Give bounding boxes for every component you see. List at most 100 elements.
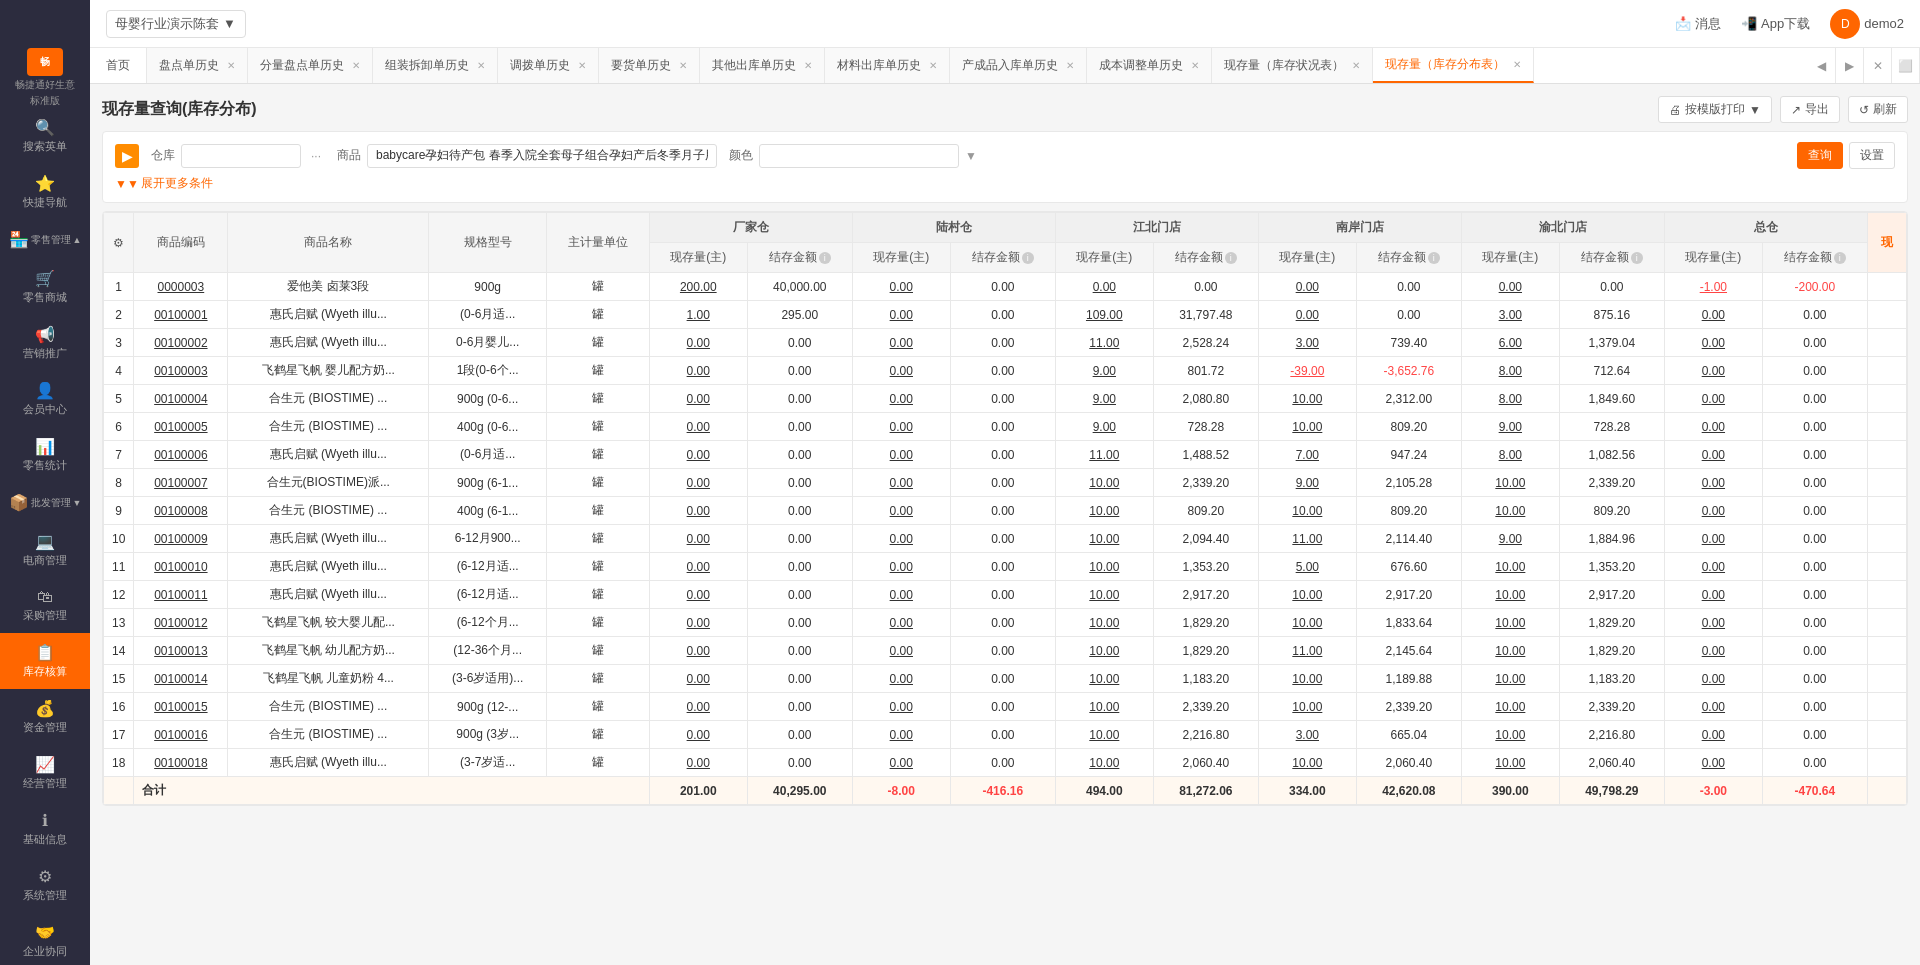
table-row: 2 00100001 惠氏启赋 (Wyeth illu... (0-6月适...…	[104, 301, 1907, 329]
sidebar-item-wholesale[interactable]: 📦 批发管理 ▼	[0, 483, 90, 522]
close-icon[interactable]: ✕	[1352, 60, 1360, 71]
sidebar-item-label: 搜索英单	[23, 139, 67, 154]
info-icon: ℹ	[42, 811, 48, 830]
expand-icon: ▼▼	[115, 177, 139, 191]
tab-close-btn[interactable]: ✕	[1864, 48, 1892, 83]
th-yubei: 渝北门店	[1462, 213, 1665, 243]
tab-next-btn[interactable]: ▶	[1836, 48, 1864, 83]
goods-input[interactable]	[367, 144, 717, 168]
sidebar-item-member[interactable]: 👤 会员中心	[0, 371, 90, 427]
settings-btn[interactable]: 设置	[1849, 142, 1895, 169]
th-c1-amt: 结存金额i	[747, 243, 853, 273]
sidebar-item-mall[interactable]: 🛒 零售商城	[0, 259, 90, 315]
org-dropdown[interactable]: 母婴行业演示陈套 ▼	[106, 10, 246, 38]
warehouse-input[interactable]	[181, 144, 301, 168]
sum-total-amt: -470.64	[1762, 777, 1868, 805]
main-content: 现存量查询(库存分布) 🖨 按模版打印 ▼ ↗ 导出 ↺ 刷新 ▶ 仓库 ·	[90, 84, 1920, 965]
expand-label: 展开更多条件	[141, 175, 213, 192]
data-table-wrap: ⚙ 商品编码 商品名称 规格型号 主计量单位 厂家仓 陆村仓 江北门店 南岸门店…	[102, 211, 1908, 806]
tab-prev-btn[interactable]: ◀	[1808, 48, 1836, 83]
color-dropdown-icon: ▼	[965, 149, 977, 163]
sidebar-item-basic-info[interactable]: ℹ 基础信息	[0, 801, 90, 857]
sum-c2-qty: -8.00	[853, 777, 951, 805]
sidebar-item-retail-mgmt[interactable]: 🏪 零售管理 ▲	[0, 220, 90, 259]
th-settings[interactable]: ⚙	[104, 213, 134, 273]
tab-production-in[interactable]: 产成品入库单历史 ✕	[950, 48, 1087, 83]
sidebar-item-inventory[interactable]: 📋 库存核算	[0, 633, 90, 689]
close-icon[interactable]: ✕	[679, 60, 687, 71]
info-icon[interactable]: i	[1631, 252, 1643, 264]
tab-cost-adjust[interactable]: 成本调整单历史 ✕	[1087, 48, 1212, 83]
logo-sub: 标准版	[30, 94, 60, 108]
print-btn[interactable]: 🖨 按模版打印 ▼	[1658, 96, 1772, 123]
sidebar-item-ops[interactable]: 📈 经营管理	[0, 745, 90, 801]
warehouse-dots[interactable]: ···	[307, 149, 325, 163]
refresh-btn[interactable]: ↺ 刷新	[1848, 96, 1908, 123]
info-icon[interactable]: i	[1834, 252, 1846, 264]
close-icon[interactable]: ✕	[578, 60, 586, 71]
tab-material-out[interactable]: 材料出库单历史 ✕	[825, 48, 950, 83]
settings-label: 设置	[1860, 147, 1884, 164]
sidebar-item-finance[interactable]: 💰 资金管理	[0, 689, 90, 745]
message-btn[interactable]: 📩 消息	[1675, 15, 1721, 33]
download-icon: 📲	[1741, 16, 1757, 31]
close-icon[interactable]: ✕	[227, 60, 235, 71]
close-icon[interactable]: ✕	[477, 60, 485, 71]
sidebar-item-label: 库存核算	[23, 664, 67, 679]
tab-expand-btn[interactable]: ⬜	[1892, 48, 1920, 83]
th-c4-amt: 结存金额i	[1356, 243, 1462, 273]
th-total: 总仓	[1665, 213, 1868, 243]
megaphone-icon: 📢	[35, 325, 55, 344]
shopping-icon: 🛍	[37, 588, 53, 606]
export-btn[interactable]: ↗ 导出	[1780, 96, 1840, 123]
user-menu[interactable]: D demo2	[1830, 9, 1904, 39]
query-btn[interactable]: 查询	[1797, 142, 1843, 169]
table-row: 18 00100018 惠氏启赋 (Wyeth illu... (3-7岁适..…	[104, 749, 1907, 777]
expand-conditions[interactable]: ▼▼ 展开更多条件	[115, 175, 1895, 192]
tab-home[interactable]: 首页	[90, 48, 147, 83]
sum-c4-amt: 42,620.08	[1356, 777, 1462, 805]
tab-quantity-check[interactable]: 分量盘点单历史 ✕	[248, 48, 373, 83]
table-row: 4 00100003 飞鹤星飞帆 婴儿配方奶... 1段(0-6个... 罐 0…	[104, 357, 1907, 385]
th-nanan: 南岸门店	[1259, 213, 1462, 243]
sidebar-item-system[interactable]: ⚙ 系统管理	[0, 857, 90, 913]
info-icon[interactable]: i	[819, 252, 831, 264]
close-icon[interactable]: ✕	[1513, 59, 1521, 70]
sidebar-item-nav[interactable]: ⭐ 快捷导航	[0, 164, 90, 220]
sidebar-item-collab[interactable]: 🤝 企业协同	[0, 913, 90, 965]
chevron-down-icon: ▼	[223, 16, 236, 31]
expand-btn[interactable]: ▶	[115, 144, 139, 168]
tab-requisition[interactable]: 要货单历史 ✕	[599, 48, 700, 83]
th-total-amt: 结存金额i	[1762, 243, 1868, 273]
page-actions: 🖨 按模版打印 ▼ ↗ 导出 ↺ 刷新	[1658, 96, 1908, 123]
info-icon[interactable]: i	[1225, 252, 1237, 264]
print-label: 按模版打印	[1685, 101, 1745, 118]
th-total-qty: 现存量(主)	[1665, 243, 1763, 273]
sidebar-item-marketing[interactable]: 📢 营销推广	[0, 315, 90, 371]
tab-inventory-check[interactable]: 盘点单历史 ✕	[147, 48, 248, 83]
chevron-down-icon: ▼	[1749, 103, 1761, 117]
close-icon[interactable]: ✕	[929, 60, 937, 71]
search-row: ▶ 仓库 ··· 商品 颜色 ▼ 查询 设置	[115, 142, 1895, 169]
info-icon[interactable]: i	[1428, 252, 1440, 264]
close-icon[interactable]: ✕	[804, 60, 812, 71]
close-icon[interactable]: ✕	[1066, 60, 1074, 71]
tab-transfer[interactable]: 调拨单历史 ✕	[498, 48, 599, 83]
sum-c3-qty: 494.00	[1056, 777, 1154, 805]
tab-inventory-dist[interactable]: 现存量（库存分布表） ✕	[1373, 48, 1534, 83]
info-icon[interactable]: i	[1022, 252, 1034, 264]
sidebar-item-ecommerce[interactable]: 💻 电商管理	[0, 522, 90, 578]
table-row: 6 00100005 合生元 (BIOSTIME) ... 400g (0-6.…	[104, 413, 1907, 441]
app-download-btn[interactable]: 📲 App下载	[1741, 15, 1810, 33]
th-c4-qty: 现存量(主)	[1259, 243, 1357, 273]
sidebar-item-retail-stats[interactable]: 📊 零售统计	[0, 427, 90, 483]
tab-assembly[interactable]: 组装拆卸单历史 ✕	[373, 48, 498, 83]
tab-other-out[interactable]: 其他出库单历史 ✕	[700, 48, 825, 83]
sidebar-item-purchase[interactable]: 🛍 采购管理	[0, 578, 90, 633]
close-icon[interactable]: ✕	[352, 60, 360, 71]
close-icon[interactable]: ✕	[1191, 60, 1199, 71]
sidebar-item-search[interactable]: 🔍 搜索英单	[0, 108, 90, 164]
color-input[interactable]	[759, 144, 959, 168]
table-row: 10 00100009 惠氏启赋 (Wyeth illu... 6-12月900…	[104, 525, 1907, 553]
tab-inventory-status[interactable]: 现存量（库存状况表） ✕	[1212, 48, 1373, 83]
